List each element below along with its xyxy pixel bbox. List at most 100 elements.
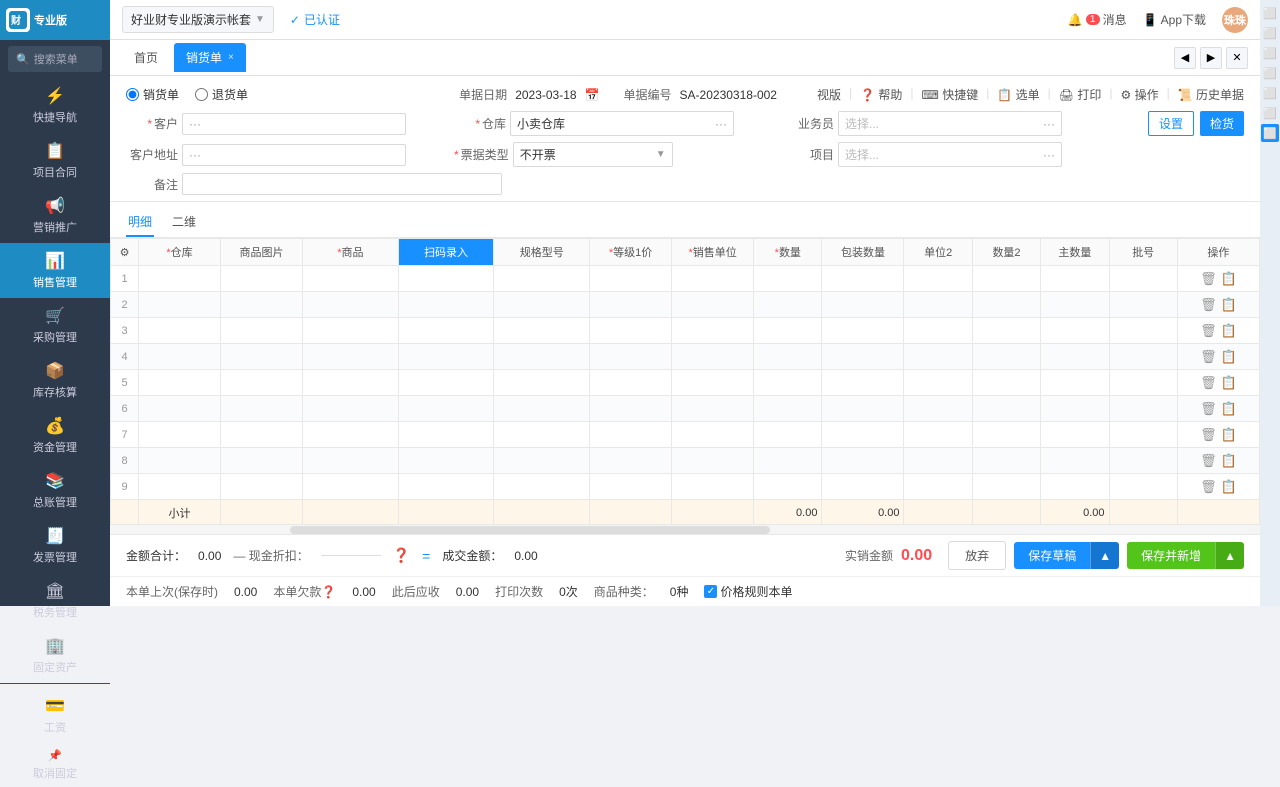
salesperson-field-group: 业务员 选择... ··· (782, 111, 1062, 136)
svg-text:财: 财 (10, 14, 21, 27)
delete-icon[interactable]: 🗑 (1200, 323, 1217, 339)
notifications-button[interactable]: 🔔 1 消息 (1068, 11, 1127, 28)
delete-icon[interactable]: 🗑 (1200, 401, 1217, 417)
right-panel-icon-3[interactable]: ⬜ (1261, 44, 1279, 62)
salesperson-label: 业务员 (782, 115, 834, 132)
tab-prev-button[interactable]: ◀ (1174, 47, 1196, 69)
sidebar-item-finance[interactable]: 💰 资金管理 (0, 408, 110, 463)
toolbar-operation[interactable]: ⚙ 操作 (1120, 86, 1158, 103)
right-panel-icon-2[interactable]: ⬜ (1261, 24, 1279, 42)
copy-icon[interactable]: 📋 (1221, 453, 1237, 469)
save-draft-button[interactable]: 保存草稿 (1014, 542, 1090, 569)
sidebar-item-project[interactable]: 📋 项目合同 (0, 133, 110, 188)
sidebar-item-tax[interactable]: 🏛 税务管理 (0, 573, 110, 628)
copy-icon[interactable]: 📋 (1221, 427, 1237, 443)
col-scan[interactable]: 扫码录入 (398, 239, 494, 266)
tab-next-button[interactable]: ▶ (1200, 47, 1222, 69)
remarks-input[interactable] (182, 173, 502, 195)
copy-icon[interactable]: 📋 (1221, 297, 1237, 313)
sidebar-item-quick-nav[interactable]: ⚡ 快捷导航 (0, 78, 110, 133)
project-input[interactable]: 选择... ··· (838, 142, 1062, 167)
app-download-button[interactable]: 📱 App下载 (1143, 11, 1206, 28)
toolbar-print[interactable]: 🖨 打印 (1059, 86, 1102, 103)
sidebar-item-purchase[interactable]: 🛒 采购管理 (0, 298, 110, 353)
address-dots[interactable]: ··· (189, 148, 201, 162)
table-tab-2d[interactable]: 二维 (170, 208, 198, 237)
warehouse-input[interactable]: 小卖仓库 ··· (510, 111, 734, 136)
copy-icon[interactable]: 📋 (1221, 271, 1237, 287)
right-panel-icon-6[interactable]: ⬜ (1261, 104, 1279, 122)
table-scrollbar[interactable] (110, 524, 1260, 534)
user-menu[interactable]: 珠珠 (1222, 7, 1248, 33)
sidebar-item-inventory[interactable]: 📦 库存核算 (0, 353, 110, 408)
table-row: 2🗑📋 (111, 292, 1260, 318)
delete-icon[interactable]: 🗑 (1200, 453, 1217, 469)
tab-sale-order[interactable]: 销货单 × (174, 43, 246, 72)
salesperson-dots[interactable]: ··· (1043, 117, 1055, 131)
save-new-dropdown[interactable]: ▲ (1215, 542, 1244, 569)
delete-icon[interactable]: 🗑 (1200, 297, 1217, 313)
sidebar-cancel-pin[interactable]: 📌 取消固定 (0, 743, 110, 787)
tab-close-all-button[interactable]: ✕ (1226, 47, 1248, 69)
radio-return-order[interactable]: 退货单 (195, 86, 248, 103)
col-warehouse: *仓库 (139, 239, 221, 266)
copy-icon[interactable]: 📋 (1221, 349, 1237, 365)
search-menu-button[interactable]: 🔍 搜索菜单 (8, 46, 102, 72)
save-new-button[interactable]: 保存并新增 (1127, 542, 1215, 569)
col-pack-qty: 包装数量 (822, 239, 904, 266)
project-dots[interactable]: ··· (1043, 148, 1055, 162)
delete-icon[interactable]: 🗑 (1200, 479, 1217, 495)
right-panel-icon-4[interactable]: ⬜ (1261, 64, 1279, 82)
price-rule-checkbox[interactable]: ✓ 价格规则本单 (704, 583, 792, 600)
copy-icon[interactable]: 📋 (1221, 479, 1237, 495)
toolbar-divider3: | (986, 86, 989, 103)
copy-icon[interactable]: 📋 (1221, 401, 1237, 417)
col-settings[interactable]: ⚙ (111, 239, 139, 266)
delete-icon[interactable]: 🗑 (1200, 427, 1217, 443)
calendar-icon[interactable]: 📅 (585, 88, 600, 102)
footer-info: 本单上次(保存时) 0.00 本单欠款❓ 0.00 此后应收 0.00 打印次数… (126, 583, 792, 600)
copy-icon[interactable]: 📋 (1221, 323, 1237, 339)
salesperson-input[interactable]: 选择... ··· (838, 111, 1062, 136)
warehouse-field-group: 仓库 小卖仓库 ··· (454, 111, 734, 136)
discount-value[interactable] (321, 555, 381, 556)
delete-icon[interactable]: 🗑 (1200, 349, 1217, 365)
right-panel-icon-1[interactable]: ⬜ (1261, 4, 1279, 22)
add-button[interactable]: 检货 (1200, 111, 1244, 136)
toolbar-history[interactable]: 📜 历史单据 (1178, 86, 1244, 103)
toolbar-help[interactable]: ❓ 帮助 (860, 86, 902, 103)
right-panel-icon-active[interactable]: ⬜ (1261, 124, 1279, 142)
scrollbar-thumb[interactable] (290, 526, 770, 534)
company-selector[interactable]: 好业财专业版演示帐套 ▼ (122, 6, 274, 33)
sidebar-item-assets[interactable]: 🏢 固定资产 (0, 628, 110, 683)
right-panel-icon-5[interactable]: ⬜ (1261, 84, 1279, 102)
help-icon[interactable]: ❓ (393, 547, 410, 564)
address-input[interactable]: ··· (182, 144, 406, 166)
radio-sale-order[interactable]: 销货单 (126, 86, 179, 103)
settings-button[interactable]: 设置 (1148, 111, 1194, 136)
sidebar-item-sales[interactable]: 📊 销售管理 (0, 243, 110, 298)
tab-close-button[interactable]: × (228, 52, 234, 63)
sidebar-item-marketing[interactable]: 📢 营销推广 (0, 188, 110, 243)
tab-home[interactable]: 首页 (122, 43, 170, 72)
table-tab-detail[interactable]: 明细 (126, 208, 154, 237)
invoice-select[interactable]: 不开票 ▼ (513, 142, 673, 167)
sidebar-item-invoice[interactable]: 🧾 发票管理 (0, 518, 110, 573)
form-header: 销货单 退货单 单据日期 2023-03-18 📅 单据编号 SA-202303… (126, 86, 1244, 103)
delete-icon[interactable]: 🗑 (1200, 271, 1217, 287)
copy-icon[interactable]: 📋 (1221, 375, 1237, 391)
toolbar-select[interactable]: 📋 选单 (997, 86, 1039, 103)
warehouse-dots[interactable]: ··· (715, 117, 727, 131)
project-field-group: 项目 选择... ··· (782, 142, 1062, 167)
toolbar-shortcut[interactable]: ⌨ 快捷键 (922, 86, 979, 103)
toolbar-view[interactable]: 视版 (817, 86, 841, 103)
sidebar-item-salary[interactable]: 💳 工资 (0, 688, 110, 743)
save-draft-dropdown[interactable]: ▲ (1090, 542, 1119, 569)
delete-icon[interactable]: 🗑 (1200, 375, 1217, 391)
sidebar-item-ledger[interactable]: 📚 总账管理 (0, 463, 110, 518)
customer-dots[interactable]: ··· (189, 117, 201, 131)
customer-input[interactable]: ··· (182, 113, 406, 135)
sidebar-logo: 财 专业版 (0, 0, 110, 40)
dropdown-icon: ▼ (255, 14, 265, 25)
abandon-button[interactable]: 放弃 (948, 541, 1006, 570)
